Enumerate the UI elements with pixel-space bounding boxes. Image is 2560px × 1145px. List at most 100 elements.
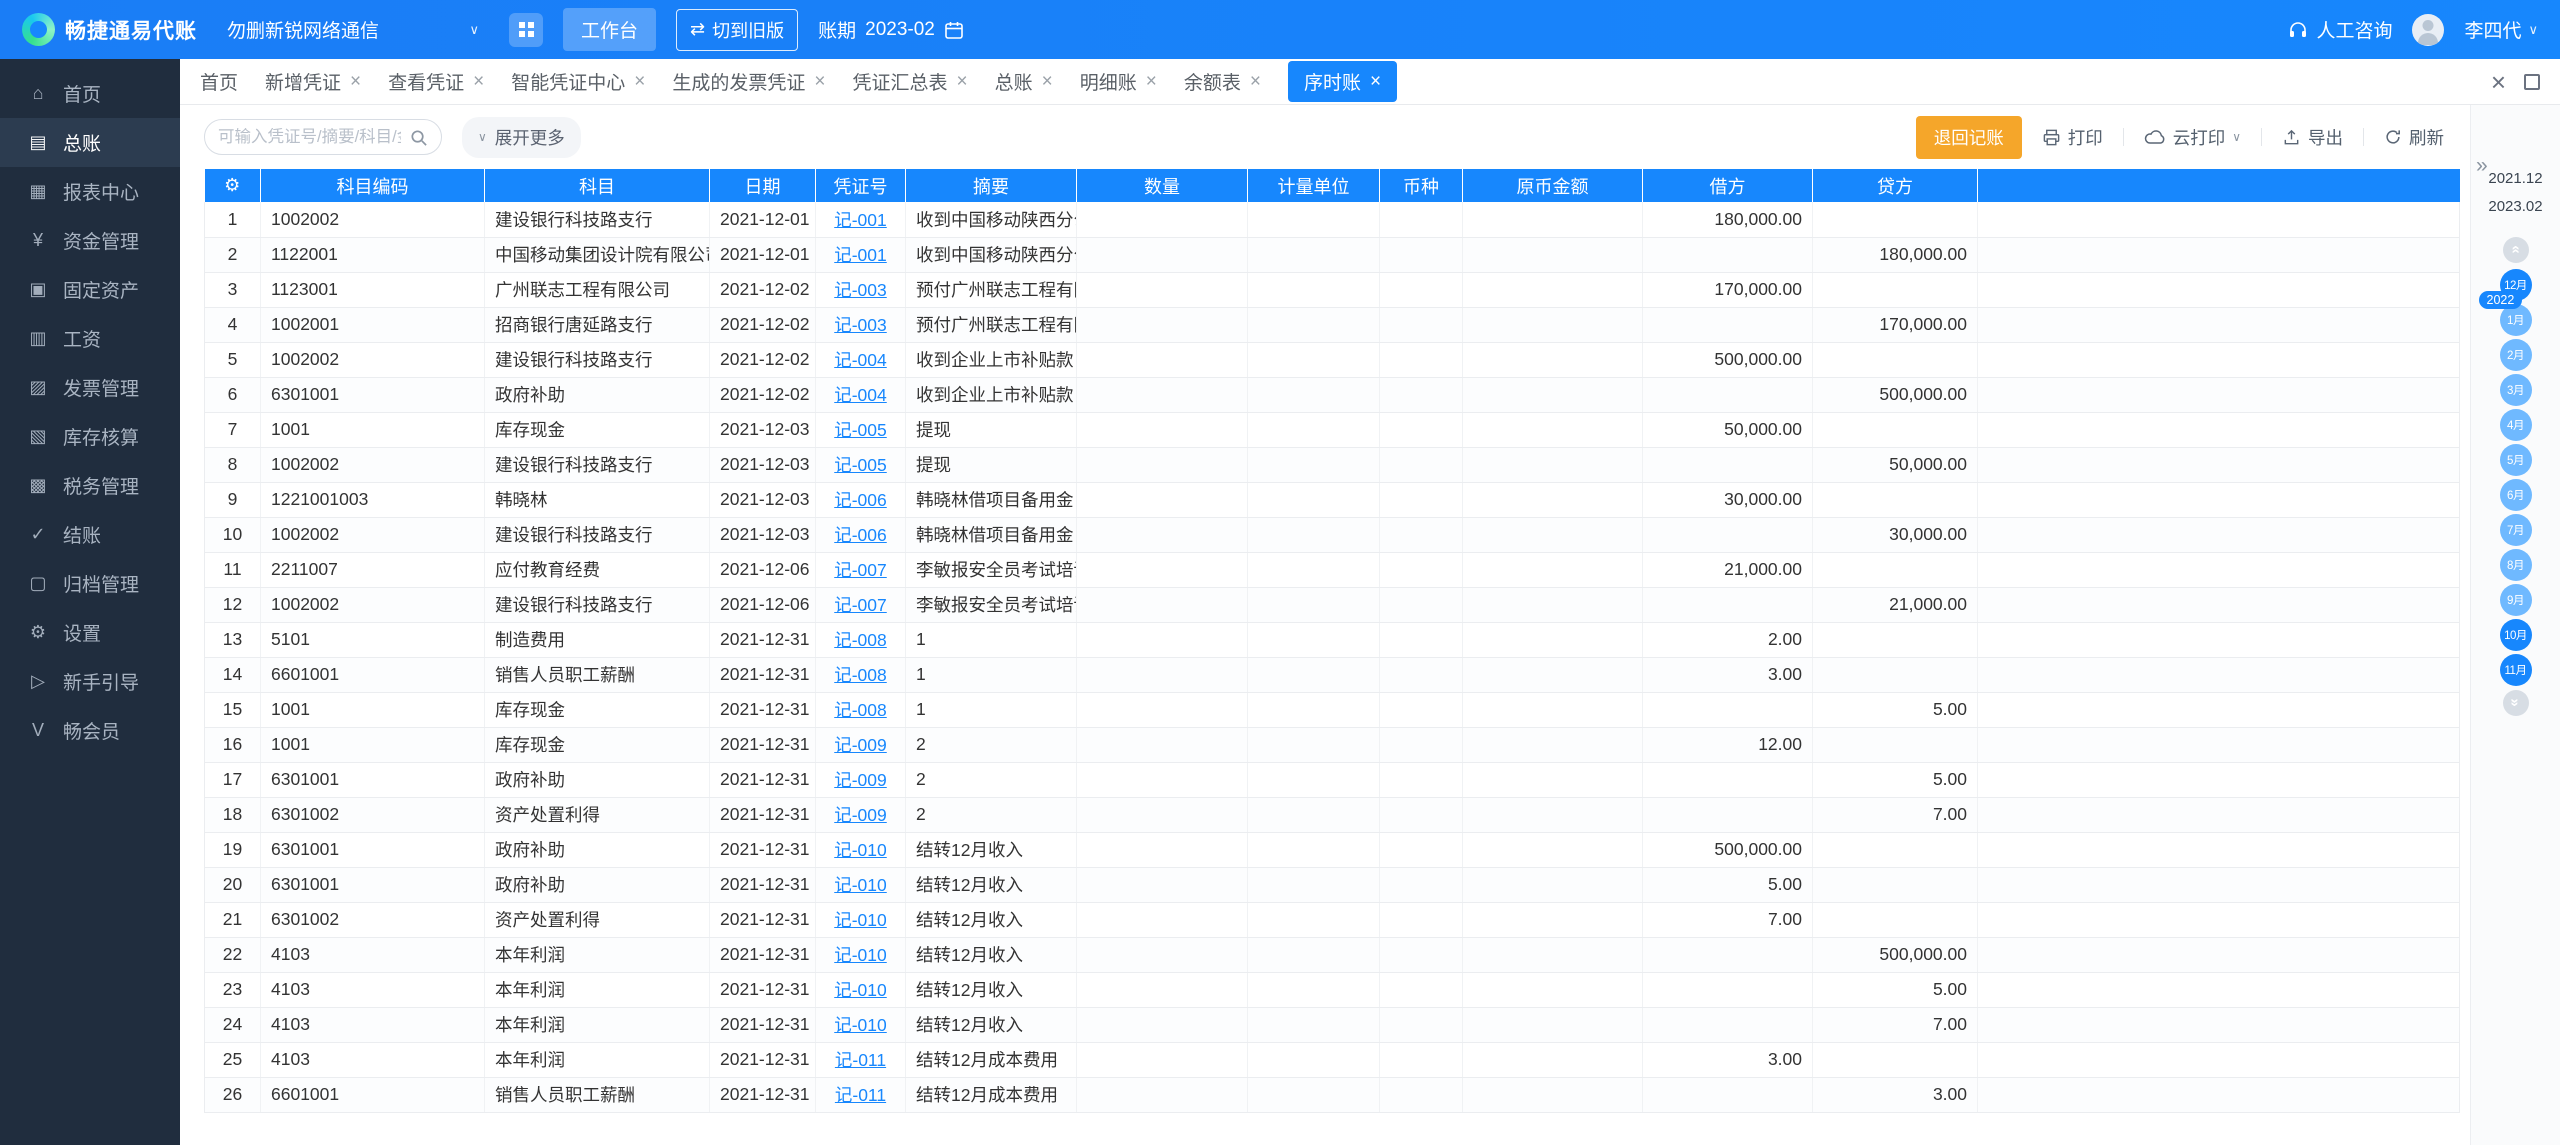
sidebar-item-设置[interactable]: ⚙ 设置 [0,608,180,657]
table-row[interactable]: 7 1001 库存现金 2021-12-03 记-005 提现 50,000.00 [204,412,2460,448]
sidebar-item-首页[interactable]: ⌂ 首页 [0,69,180,118]
table-row[interactable]: 22 4103 本年利润 2021-12-31 记-010 结转12月收入 500,000.… [204,937,2460,973]
tab-close-icon[interactable]: × [350,72,361,91]
accounting-period[interactable]: 账期 2023-02 [818,16,964,43]
voucher-link[interactable]: 记-010 [834,980,887,1000]
user-menu[interactable]: 李四代 ∨ [2464,16,2538,43]
column-header-科目[interactable]: 科目 [484,169,710,202]
tab-生成的发票凭证[interactable]: 生成的发票凭证 × [672,68,825,95]
support-button[interactable]: 人工咨询 [2288,16,2392,43]
month-badge-10月[interactable]: 10月 [2499,618,2532,651]
voucher-link[interactable]: 记-008 [834,630,887,650]
voucher-link[interactable]: 记-007 [834,595,887,615]
voucher-link[interactable]: 记-003 [834,280,887,300]
voucher-link[interactable]: 记-004 [834,350,887,370]
tab-明细账[interactable]: 明细账 × [1080,68,1157,95]
table-row[interactable]: 21122001中国移动集团设计院有限公司...2021-12-01 记-001 收… [204,237,2460,273]
table-row[interactable]: 26 6601001 销售人员职工薪酬 2021-12-31 记-011 结转12月成本费… [204,1077,2460,1113]
table-row[interactable]: 21 6301002 资产处置利得 2021-12-31 记-010 结转12月收入 7.0… [204,902,2460,938]
voucher-link[interactable]: 记-008 [834,700,887,720]
voucher-link[interactable]: 记-001 [834,245,887,265]
scroll-up-button[interactable]: » [2502,236,2529,263]
column-header-数量[interactable]: 数量 [1076,169,1248,202]
sidebar-item-工资[interactable]: ▥ 工资 [0,314,180,363]
tab-close-icon[interactable]: × [814,72,825,91]
tab-close-icon[interactable]: × [1370,72,1381,91]
unpost-button[interactable]: 退回记账 [1915,115,2022,159]
sidebar-item-归档管理[interactable]: ▢ 归档管理 [0,559,180,608]
cloud-print-button[interactable]: 云打印 ∨ [2144,125,2241,150]
column-header-摘要[interactable]: 摘要 [905,169,1077,202]
voucher-link[interactable]: 记-007 [834,560,887,580]
table-row[interactable]: 5 1002002 建设银行科技路支行 2021-12-02 记-004 收到企业上市补贴… [204,342,2460,378]
tab-智能凭证中心[interactable]: 智能凭证中心 × [511,68,645,95]
month-badge-6月[interactable]: 6月 [2499,478,2532,511]
tab-凭证汇总表[interactable]: 凭证汇总表 × [853,68,968,95]
voucher-link[interactable]: 记-010 [834,840,887,860]
sidebar-item-报表中心[interactable]: ▦ 报表中心 [0,167,180,216]
close-all-tabs-icon[interactable]: × [2491,69,2506,95]
sidebar-item-总账[interactable]: ▤ 总账 [0,118,180,167]
voucher-link[interactable]: 记-006 [834,490,887,510]
table-row[interactable]: 23 4103 本年利润 2021-12-31 记-010 结转12月收入 5.00 [204,972,2460,1008]
voucher-link[interactable]: 记-008 [834,665,887,685]
voucher-link[interactable]: 记-001 [834,210,887,230]
search-icon[interactable] [409,128,428,147]
export-button[interactable]: 导出 [2282,125,2343,150]
scroll-down-button[interactable]: » [2502,689,2529,716]
table-row[interactable]: 19 6301001 政府补助 2021-12-31 记-010 结转12月收入 500,0… [204,832,2460,868]
table-row[interactable]: 3 1123001 广州联志工程有限公司 2021-12-02 记-003 预付广州联志工… [204,272,2460,308]
tab-close-icon[interactable]: × [1146,72,1157,91]
avatar[interactable] [2412,13,2445,46]
column-header-原币金额[interactable]: 原币金额 [1462,169,1643,202]
table-row[interactable]: 12 1002002 建设银行科技路支行 2021-12-06 记-007 李敏报安全员考… [204,587,2460,623]
column-header-凭证号[interactable]: 凭证号 [815,169,906,202]
collapse-panel-icon[interactable]: » [2476,155,2488,176]
table-row[interactable]: 15 1001 库存现金 2021-12-31 记-008 1 5.00 [204,692,2460,728]
voucher-link[interactable]: 记-011 [835,1050,886,1070]
table-row[interactable]: 18 6301002 资产处置利得 2021-12-31 记-009 2 7.00 [204,797,2460,833]
sidebar-item-库存核算[interactable]: ▧ 库存核算 [0,412,180,461]
month-badge-3月[interactable]: 3月 [2499,373,2532,406]
table-row[interactable]: 14 6601001 销售人员职工薪酬 2021-12-31 记-008 1 3.00 [204,657,2460,693]
voucher-link[interactable]: 记-004 [834,385,887,405]
voucher-link[interactable]: 记-006 [834,525,887,545]
voucher-link[interactable]: 记-005 [834,420,887,440]
table-row[interactable]: 9 1221001003 韩晓林 2021-12-03 记-006 韩晓林借项目备用金 30… [204,482,2460,518]
tab-close-icon[interactable]: × [957,72,968,91]
column-header-计量单位[interactable]: 计量单位 [1247,169,1380,202]
tab-余额表[interactable]: 余额表 × [1184,68,1261,95]
month-badge-2月[interactable]: 2月 [2499,338,2532,371]
tab-首页[interactable]: 首页 [200,68,238,95]
table-row[interactable]: 6 6301001 政府补助 2021-12-02 记-004 收到企业上市补贴款 500,… [204,377,2460,413]
workbench-button[interactable]: 工作台 [563,8,657,51]
table-row[interactable]: 16 1001 库存现金 2021-12-31 记-009 2 12.00 [204,727,2460,763]
expand-more-button[interactable]: ∨ 展开更多 [462,116,581,158]
print-button[interactable]: 打印 [2042,125,2103,150]
voucher-link[interactable]: 记-010 [834,875,887,895]
table-row[interactable]: 112211007应付教育经费2021-12-06 记-007 李敏报安全员考试培训… [204,552,2460,588]
fullscreen-icon[interactable] [2524,73,2540,90]
switch-old-version-button[interactable]: ⇄ 切到旧版 [676,8,799,51]
voucher-link[interactable]: 记-009 [834,770,887,790]
month-badge-4月[interactable]: 4月 [2499,408,2532,441]
month-badge-9月[interactable]: 9月 [2499,583,2532,616]
month-badge-11月[interactable]: 11月 [2499,653,2532,686]
column-header-科目编码[interactable]: 科目编码 [260,169,485,202]
tab-close-icon[interactable]: × [473,72,484,91]
month-badge-5月[interactable]: 5月 [2499,443,2532,476]
tab-总账[interactable]: 总账 × [995,68,1053,95]
table-row[interactable]: 24 4103 本年利润 2021-12-31 记-010 结转12月收入 7.00 [204,1007,2460,1043]
sidebar-item-发票管理[interactable]: ▨ 发票管理 [0,363,180,412]
tab-close-icon[interactable]: × [1042,72,1053,91]
column-header-贷方[interactable]: 贷方 [1812,169,1978,202]
month-badge-7月[interactable]: 7月 [2499,513,2532,546]
company-select[interactable]: 勿删新锐网络通信 ∨ [217,10,489,49]
voucher-link[interactable]: 记-003 [834,315,887,335]
search-input[interactable] [218,127,401,147]
table-row[interactable]: 13 5101 制造费用 2021-12-31 记-008 1 2.00 [204,622,2460,658]
column-settings-gear-icon[interactable]: ⚙ [204,169,261,202]
table-row[interactable]: 10 1002002 建设银行科技路支行 2021-12-03 记-006 韩晓林借项目备… [204,517,2460,553]
sidebar-item-结账[interactable]: ✓ 结账 [0,510,180,559]
sidebar-item-新手引导[interactable]: ▷ 新手引导 [0,657,180,706]
